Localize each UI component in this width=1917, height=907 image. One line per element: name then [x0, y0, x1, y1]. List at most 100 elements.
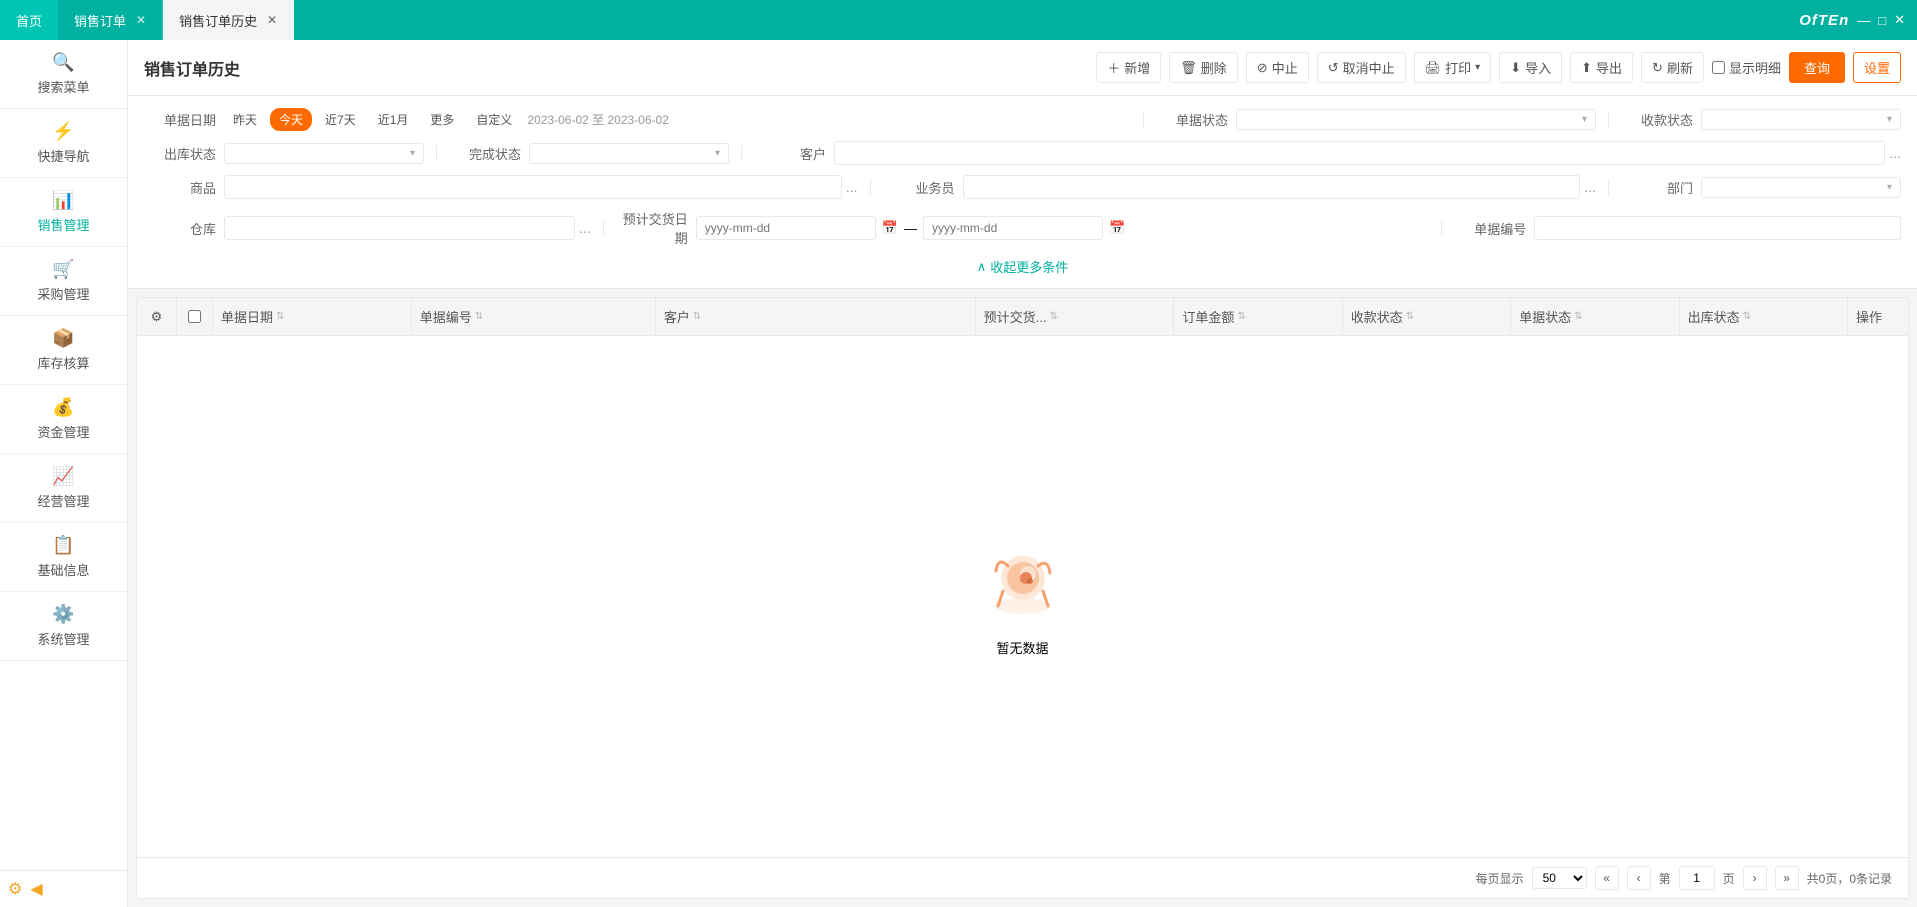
th-customer[interactable]: 客户 ⇅: [656, 298, 976, 335]
doc-number-control: [1534, 216, 1901, 240]
th-pay-status-label: 收款状态: [1351, 307, 1403, 326]
print-label: 打印: [1445, 58, 1471, 77]
out-sort-icon[interactable]: ⇅: [1743, 311, 1751, 322]
last-page-btn[interactable]: »: [1775, 866, 1799, 890]
date-sort-icon[interactable]: ⇅: [276, 311, 284, 322]
yesterday-btn[interactable]: 昨天: [224, 108, 266, 131]
calendar-start-icon[interactable]: 📅: [882, 220, 898, 236]
goods-ellipsis[interactable]: ...: [846, 179, 858, 195]
sidebar-item-finance-label: 资金管理: [37, 422, 89, 441]
date-range-display: 2023-06-02 至 2023-06-02: [527, 111, 668, 128]
calendar-end-icon[interactable]: 📅: [1109, 220, 1125, 236]
stop-button[interactable]: ⊘ 中止: [1246, 52, 1309, 83]
doc-number-input[interactable]: [1534, 216, 1901, 240]
sidebar-item-basic-info-label: 基础信息: [37, 560, 89, 579]
show-detail-checkbox[interactable]: 显示明细: [1712, 58, 1781, 77]
warehouse-input[interactable]: [224, 216, 575, 240]
sidebar-item-purchase-mgmt[interactable]: 🛒 采购管理: [0, 247, 127, 316]
page-size-select[interactable]: 50 10 20 100: [1532, 867, 1587, 889]
salesperson-input[interactable]: [963, 175, 1581, 199]
goods-input[interactable]: [224, 175, 842, 199]
maximize-btn[interactable]: □: [1878, 13, 1886, 28]
show-detail-input[interactable]: [1712, 61, 1725, 74]
tab-sales-order-history[interactable]: 销售订单历史 ✕: [163, 0, 294, 40]
top-bar: 首页 销售订单 ✕ 销售订单历史 ✕ OfTEn — □ ✕: [0, 0, 1917, 40]
tab-home[interactable]: 首页: [0, 0, 58, 40]
sidebar-item-quick-nav[interactable]: ⚡ 快捷导航: [0, 109, 127, 178]
date-shortcuts: 昨天 今天 近7天 近1月 更多 自定义: [224, 108, 521, 131]
amount-sort-icon[interactable]: ⇅: [1237, 311, 1245, 322]
number-sort-icon[interactable]: ⇅: [475, 311, 483, 322]
delete-label: 删除: [1201, 58, 1227, 77]
goods-control: ...: [224, 175, 858, 199]
th-out-status[interactable]: 出库状态 ⇅: [1680, 298, 1848, 335]
customer-sort-icon[interactable]: ⇅: [693, 311, 701, 322]
sidebar-item-inventory[interactable]: 📦 库存核算: [0, 316, 127, 385]
tab-sales-order[interactable]: 销售订单 ✕: [58, 0, 163, 40]
th-number[interactable]: 单据编号 ⇅: [412, 298, 656, 335]
th-settings[interactable]: ⚙: [137, 298, 177, 335]
pay-sort-icon[interactable]: ⇅: [1406, 311, 1414, 322]
sidebar-bottom: ⚙ ◀: [0, 870, 127, 907]
settings-button[interactable]: 设置: [1853, 52, 1901, 83]
complete-status-select[interactable]: ▾: [529, 143, 729, 164]
sidebar-item-operations[interactable]: 📈 经营管理: [0, 454, 127, 523]
doc-status-label: 单据状态: [1156, 110, 1236, 129]
prev-page-btn[interactable]: ‹: [1627, 866, 1651, 890]
doc-sort-icon[interactable]: ⇅: [1574, 311, 1582, 322]
doc-status-select[interactable]: ▾: [1236, 109, 1596, 130]
filter-sep-6: [1608, 179, 1609, 195]
customer-input[interactable]: [834, 141, 1885, 165]
th-pay-status[interactable]: 收款状态 ⇅: [1343, 298, 1511, 335]
dept-select[interactable]: ▾: [1701, 177, 1901, 198]
more-btn[interactable]: 更多: [421, 108, 463, 131]
export-button[interactable]: ⬆ 导出: [1570, 52, 1633, 83]
custom-btn[interactable]: 自定义: [467, 108, 521, 131]
collapse-button[interactable]: ∧ 收起更多条件: [144, 257, 1901, 276]
th-delivery[interactable]: 预计交货... ⇅: [976, 298, 1175, 335]
next-page-btn[interactable]: ›: [1743, 866, 1767, 890]
tab-sales-order-close[interactable]: ✕: [136, 13, 146, 27]
pay-status-select[interactable]: ▾: [1701, 109, 1901, 130]
delete-button[interactable]: 🗑 删除: [1169, 52, 1238, 83]
import-button[interactable]: ⬇ 导入: [1499, 52, 1562, 83]
out-status-select[interactable]: ▾: [224, 143, 424, 164]
sidebar-item-quick-nav-label: 快捷导航: [37, 146, 89, 165]
first-page-btn[interactable]: «: [1595, 866, 1619, 890]
print-button[interactable]: 🖨 打印 ▾: [1414, 52, 1492, 83]
th-amount-label: 订单金额: [1182, 307, 1234, 326]
settings-icon[interactable]: ⚙: [151, 309, 163, 325]
refresh-button[interactable]: ↻ 刷新: [1641, 52, 1704, 83]
last7-btn[interactable]: 近7天: [316, 108, 365, 131]
warehouse-ellipsis[interactable]: ...: [579, 220, 591, 236]
sidebar-item-sales-mgmt[interactable]: 📊 销售管理: [0, 178, 127, 247]
th-checkbox[interactable]: [177, 298, 213, 335]
delivery-start-input[interactable]: [696, 216, 876, 240]
th-doc-status[interactable]: 单据状态 ⇅: [1511, 298, 1679, 335]
query-button[interactable]: 查询: [1789, 52, 1845, 83]
tab-sales-order-history-close[interactable]: ✕: [267, 13, 277, 27]
th-amount[interactable]: 订单金额 ⇅: [1174, 298, 1342, 335]
th-date[interactable]: 单据日期 ⇅: [213, 298, 412, 335]
today-btn[interactable]: 今天: [270, 108, 312, 131]
customer-ellipsis[interactable]: ...: [1889, 145, 1901, 161]
minimize-btn[interactable]: —: [1857, 13, 1870, 28]
sidebar-item-search-menu[interactable]: 🔍 搜索菜单: [0, 40, 127, 109]
page-number-input[interactable]: [1679, 866, 1715, 890]
sidebar-item-basic-info[interactable]: 📋 基础信息: [0, 523, 127, 592]
sidebar-item-finance[interactable]: 💰 资金管理: [0, 385, 127, 454]
select-all-checkbox[interactable]: [188, 310, 201, 323]
add-button[interactable]: ＋ 新增: [1096, 52, 1161, 83]
settings-bottom-icon[interactable]: ⚙: [8, 879, 22, 899]
collapse-sidebar-icon[interactable]: ◀: [30, 879, 42, 899]
import-label: 导入: [1525, 58, 1551, 77]
last-month-btn[interactable]: 近1月: [369, 108, 418, 131]
salesperson-ellipsis[interactable]: ...: [1584, 179, 1596, 195]
close-btn[interactable]: ✕: [1894, 12, 1905, 28]
sidebar-item-system[interactable]: ⚙️ 系统管理: [0, 592, 127, 661]
refresh-label: 刷新: [1667, 58, 1693, 77]
th-customer-label: 客户: [664, 307, 690, 326]
delivery-sort-icon[interactable]: ⇅: [1050, 311, 1058, 322]
delivery-end-input[interactable]: [923, 216, 1103, 240]
cancel-stop-button[interactable]: ↺ 取消中止: [1317, 52, 1406, 83]
